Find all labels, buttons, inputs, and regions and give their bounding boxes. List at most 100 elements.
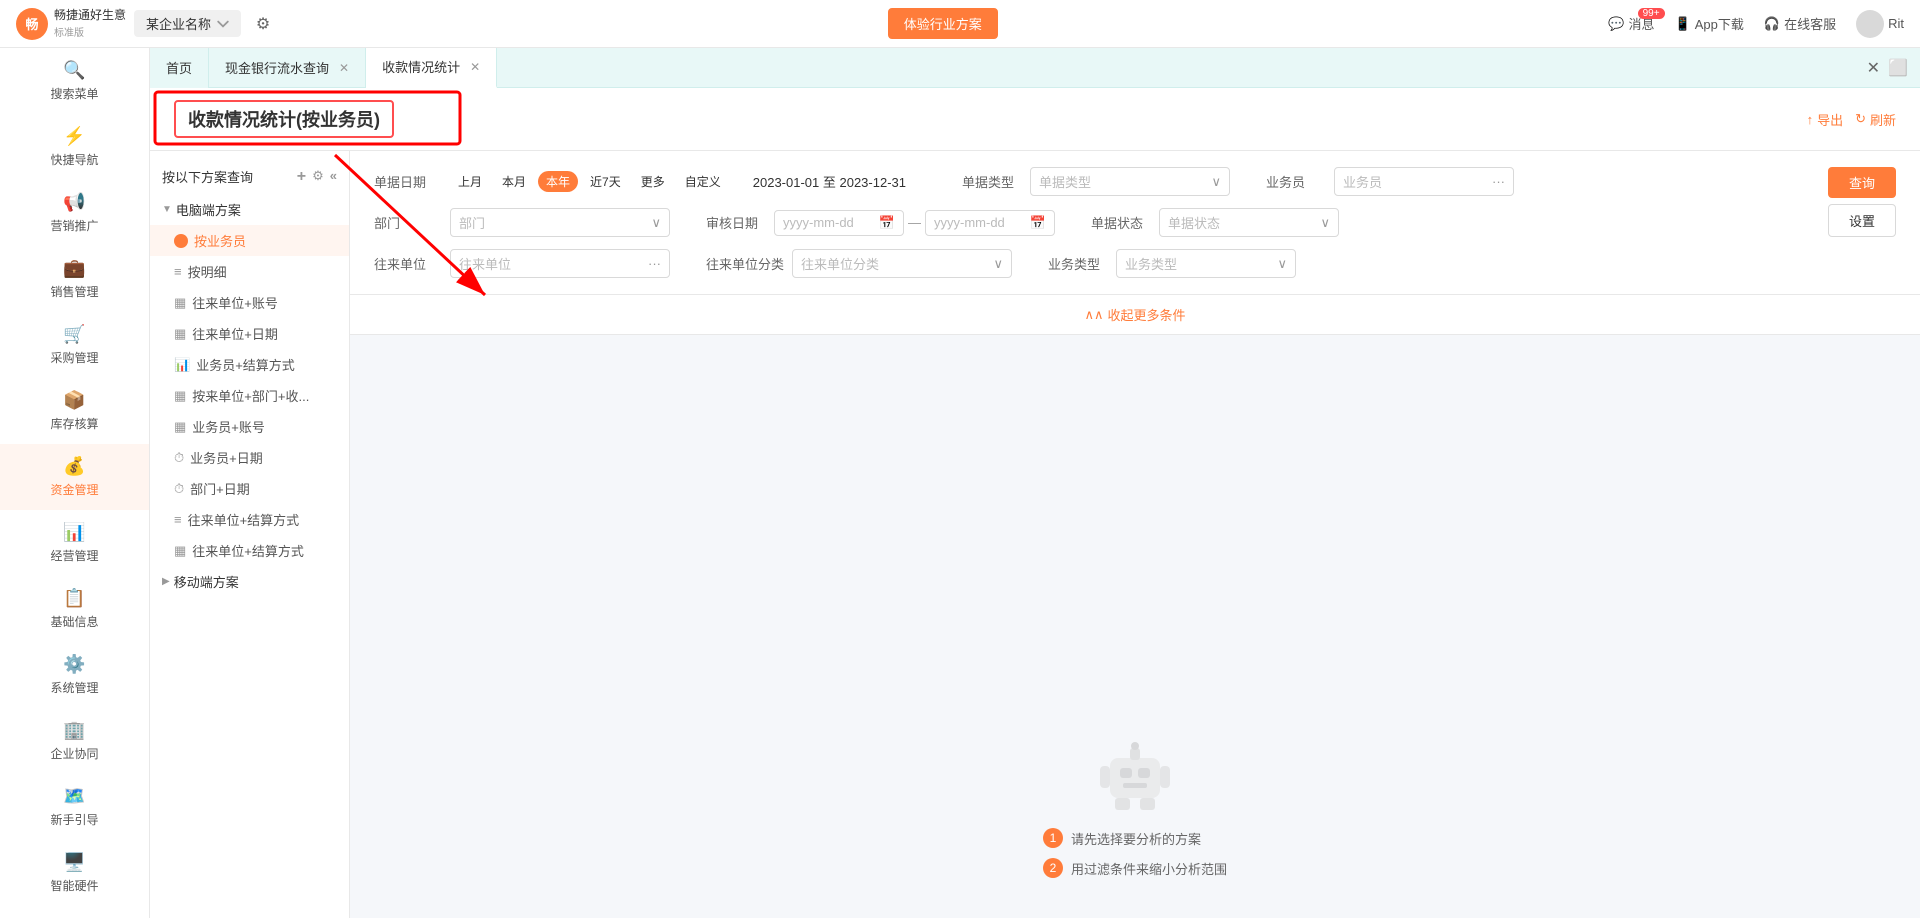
sidebar-item-operations[interactable]: 📊 经营管理 [0, 510, 149, 576]
tab-receipt-stats-close[interactable]: ✕ [470, 60, 480, 74]
scheme-item-partner-payment[interactable]: ≡ 往来单位+结算方式 [150, 504, 349, 535]
calendar-end-icon[interactable]: 📅 [1030, 215, 1046, 231]
scheme-group-mobile-title[interactable]: ▶ 移动端方案 [150, 566, 349, 597]
scheme-item-by-detail[interactable]: ≡ 按明细 [150, 256, 349, 287]
sidebar-item-enterprise[interactable]: 🏢 企业协同 [0, 708, 149, 774]
tab-bank-flow-label: 现金银行流水查询 [225, 58, 329, 77]
salesman-more-icon[interactable]: ··· [1492, 174, 1505, 189]
logo-icon: 畅 [16, 8, 48, 40]
money-icon: 💰 [63, 456, 85, 477]
collapse-label: 收起更多条件 [1108, 305, 1186, 324]
hint-num-1: 1 [1043, 828, 1063, 848]
partner-more-icon[interactable]: ··· [648, 256, 661, 271]
sidebar-item-guide[interactable]: 🗺️ 新手引导 [0, 774, 149, 840]
gear-icon: ⚙️ [63, 654, 85, 675]
scheme-panel-icons: + ⚙ « [297, 168, 337, 186]
grid4-icon: ▦ [174, 419, 186, 435]
sidebar-item-system[interactable]: ⚙️ 系统管理 [0, 642, 149, 708]
sidebar-label-operations: 经营管理 [50, 547, 98, 564]
sidebar-item-marketing[interactable]: 📢 营销推广 [0, 180, 149, 246]
sidebar-item-search[interactable]: 🔍 搜索菜单 [0, 48, 149, 114]
sidebar-item-quick-nav[interactable]: ⚡ 快捷导航 [0, 114, 149, 180]
doc-status-selector[interactable]: 单据状态 ∨ [1159, 208, 1339, 237]
online-service-item[interactable]: 🎧 在线客服 [1764, 14, 1836, 33]
sidebar-item-base-info[interactable]: 📋 基础信息 [0, 576, 149, 642]
maximize-icon[interactable]: ⬜ [1888, 58, 1908, 78]
sidebar-item-purchase[interactable]: 🛒 采购管理 [0, 312, 149, 378]
date-pill-this-month[interactable]: 本月 [494, 171, 534, 192]
scheme-item-partner-payment2-label: 往来单位+结算方式 [192, 541, 304, 560]
date-pill-7days[interactable]: 近7天 [582, 171, 629, 192]
date-pill-this-year[interactable]: 本年 [538, 171, 578, 192]
scheme-item-dept-date-label: 部门+日期 [190, 479, 250, 498]
date-pill-last-month[interactable]: 上月 [450, 171, 490, 192]
review-date-end[interactable]: yyyy-mm-dd 📅 [925, 210, 1055, 236]
export-button[interactable]: ↑ 导出 [1807, 110, 1844, 129]
scheme-item-salesman-payment[interactable]: 📊 业务员+结算方式 [150, 349, 349, 380]
right-panel: 单据日期 上月 本月 本年 近7天 更多 自定义 2023-01-01 至 20… [350, 151, 1920, 918]
business-type-selector[interactable]: 业务类型 ∨ [1116, 249, 1296, 278]
app-download-item[interactable]: 📱 App下载 [1675, 14, 1744, 33]
scheme-item-salesman-date[interactable]: ⏱ 业务员+日期 [150, 442, 349, 473]
review-date-start-text: yyyy-mm-dd [783, 215, 854, 230]
review-date-start[interactable]: yyyy-mm-dd 📅 [774, 210, 904, 236]
tab-bank-flow-close[interactable]: ✕ [339, 61, 349, 75]
scheme-item-salesman-account[interactable]: ▦ 业务员+账号 [150, 411, 349, 442]
refresh-button[interactable]: ↻ 刷新 [1855, 110, 1896, 129]
tab-receipt-stats[interactable]: 收款情况统计 ✕ [366, 48, 497, 88]
salesman-selector[interactable]: 业务员 ··· [1334, 167, 1514, 196]
scheme-item-detail-label: 按明细 [188, 262, 227, 281]
doc-type-group: 单据类型 单据类型 ∨ [962, 167, 1230, 196]
trial-button[interactable]: 体验行业方案 [888, 8, 998, 39]
scheme-item-by-salesman[interactable]: 按业务员 [150, 225, 349, 256]
sidebar-item-inventory[interactable]: 📦 库存核算 [0, 378, 149, 444]
logo-badge: 标准版 [54, 24, 126, 39]
collapse-scheme-icon[interactable]: « [330, 168, 337, 186]
tab-home[interactable]: 首页 [150, 48, 209, 88]
scheme-item-partner-date[interactable]: ▦ 往来单位+日期 [150, 318, 349, 349]
partner-value: 往来单位 [459, 254, 511, 273]
review-date-end-text: yyyy-mm-dd [934, 215, 1005, 230]
scheme-item-partner-dept[interactable]: ▦ 按来单位+部门+收... [150, 380, 349, 411]
scheme-item-dept-date[interactable]: ⏱ 部门+日期 [150, 473, 349, 504]
user-item[interactable]: Rit [1856, 10, 1904, 38]
add-scheme-icon[interactable]: + [297, 168, 306, 186]
sidebar-label-enterprise: 企业协同 [50, 745, 98, 762]
sidebar-item-sales[interactable]: 💼 销售管理 [0, 246, 149, 312]
partner-selector[interactable]: 往来单位 ··· [450, 249, 670, 278]
monitor-icon: 🖥️ [63, 852, 85, 873]
logo-text-group: 畅捷通好生意 标准版 [54, 8, 126, 39]
sidebar-label-guide: 新手引导 [50, 811, 98, 828]
scheme-settings-icon[interactable]: ⚙ [312, 168, 324, 186]
hint-text-1: 请先选择要分析的方案 [1071, 829, 1201, 848]
sidebar-label-inventory: 库存核算 [50, 415, 98, 432]
sidebar-item-hardware[interactable]: 🖥️ 智能硬件 [0, 840, 149, 906]
settings-button[interactable]: ⚙ [249, 10, 277, 38]
scheme-group-pc-title[interactable]: ▼ 电脑端方案 [150, 194, 349, 225]
calendar-start-icon[interactable]: 📅 [879, 215, 895, 231]
scheme-item-partner-account[interactable]: ▦ 往来单位+账号 [150, 287, 349, 318]
partner-category-group: 往来单位分类 往来单位分类 ∨ [706, 249, 1012, 278]
doc-type-selector[interactable]: 单据类型 ∨ [1030, 167, 1230, 196]
sidebar-item-finance[interactable]: 💰 资金管理 [0, 444, 149, 510]
business-type-value: 业务类型 [1125, 254, 1177, 273]
sidebar-label-sales: 销售管理 [50, 283, 98, 300]
scheme-item-partner-payment2[interactable]: ▦ 往来单位+结算方式 [150, 535, 349, 566]
dept-selector[interactable]: 部门 ∨ [450, 208, 670, 237]
sidebar-label-quick-nav: 快捷导航 [50, 151, 98, 168]
collapse-button[interactable]: ∧∧ 收起更多条件 [1084, 305, 1185, 324]
date-pill-custom[interactable]: 自定义 [677, 171, 729, 192]
date-pill-more[interactable]: 更多 [633, 171, 673, 192]
messages-item[interactable]: 💬 消息 99+ [1608, 14, 1654, 33]
scheme-panel-title: 按以下方案查询 [162, 167, 253, 186]
sidebar-item-wechat[interactable]: 💬 企业微信 [0, 906, 149, 918]
close-window-icon[interactable]: ✕ [1867, 58, 1880, 78]
query-button[interactable]: 查询 [1828, 167, 1896, 198]
tab-bank-flow[interactable]: 现金银行流水查询 ✕ [209, 48, 366, 88]
workspace-selector[interactable]: 某企业名称 [134, 10, 241, 37]
partner-label: 往来单位 [374, 254, 434, 273]
megaphone-icon: 📢 [63, 192, 85, 213]
set-button[interactable]: 设置 [1828, 204, 1896, 237]
logo: 畅 畅捷通好生意 标准版 [16, 8, 126, 40]
partner-category-selector[interactable]: 往来单位分类 ∨ [792, 249, 1012, 278]
